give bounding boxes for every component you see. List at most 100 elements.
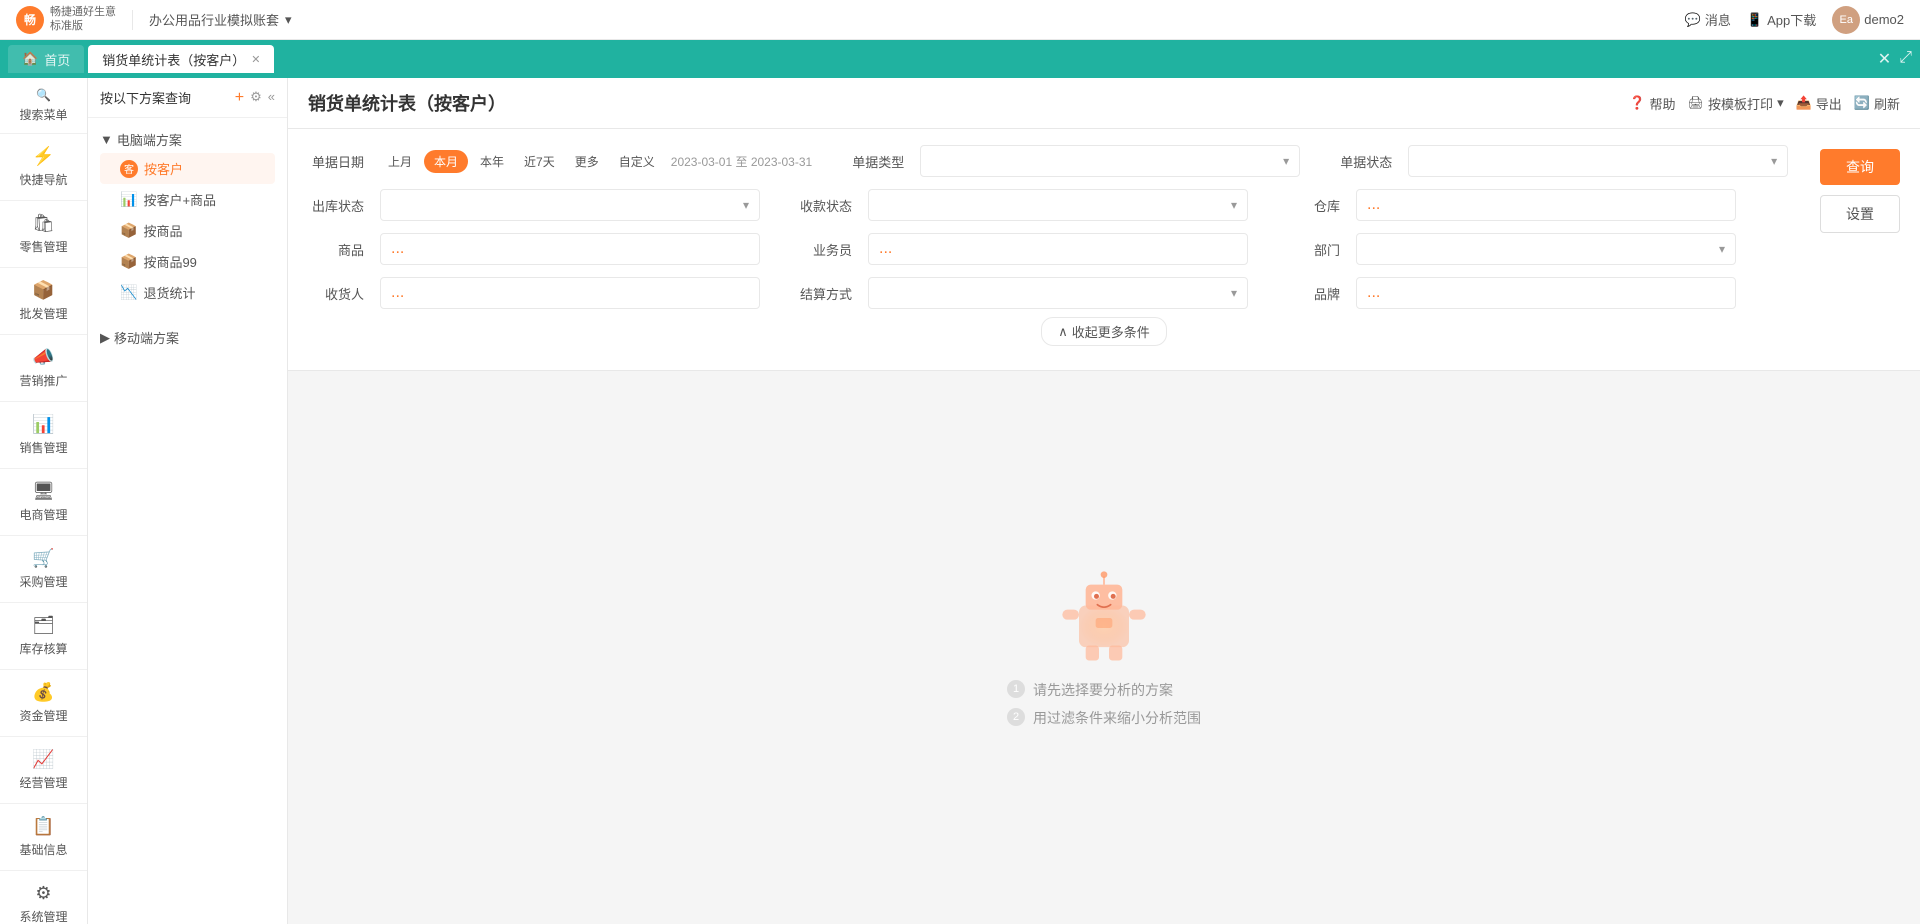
maximize-icon[interactable]: ⤢ — [1899, 49, 1912, 69]
sidebar-item-quicknav[interactable]: ⚡ 快捷导航 — [0, 134, 87, 201]
consignee-select[interactable]: ... — [380, 277, 760, 309]
salesperson-select[interactable]: ... — [868, 233, 1248, 265]
industry-selector[interactable]: 办公用品行业模拟账套 ▾ — [149, 10, 292, 29]
scheme-item-by-customer[interactable]: 客 按客户 — [100, 153, 275, 184]
help-btn[interactable]: ❓ 帮助 — [1629, 94, 1675, 113]
tab-home[interactable]: 🏠 首页 — [8, 45, 84, 73]
sidebar-item-basic[interactable]: 📋 基础信息 — [0, 804, 87, 871]
purchase-icon: 🛒 — [32, 548, 54, 569]
help-icon: ❓ — [1629, 95, 1645, 111]
sidebar-item-sales[interactable]: 📊 销售管理 — [0, 402, 87, 469]
query-button[interactable]: 查询 — [1820, 149, 1900, 185]
sidebar-item-marketing[interactable]: 📣 营销推广 — [0, 335, 87, 402]
avatar: Ea — [1832, 6, 1860, 34]
filter-row-1: 单据日期 上月 本月 本年 近7天 更多 自定义 2023-03-01 至 20… — [308, 145, 1804, 177]
scheme-group-mobile: ▶ 移动端方案 — [88, 316, 287, 359]
sidebar-item-operation[interactable]: 📈 经营管理 — [0, 737, 87, 804]
content-area: 销货单统计表（按客户） ❓ 帮助 🖨 按模板打印 ▾ 📤 导出 🔄 刷新 — [288, 78, 1920, 924]
sidebar: 🔍 搜索菜单 ⚡ 快捷导航 🛍 零售管理 📦 批发管理 📣 营销推广 📊 销售管… — [0, 78, 88, 924]
home-icon: 🏠 — [22, 51, 38, 67]
filter-area: 单据日期 上月 本月 本年 近7天 更多 自定义 2023-03-01 至 20… — [288, 129, 1920, 371]
scheme-icon-3: 📦 — [120, 253, 137, 270]
doc-status-select[interactable]: ▾ — [1408, 145, 1788, 177]
message-btn[interactable]: 💬 消息 — [1685, 10, 1731, 29]
date-btn-this-month[interactable]: 本月 — [424, 150, 468, 173]
close-window-icon[interactable]: ✕ — [1878, 49, 1891, 69]
sidebar-item-retail[interactable]: 🛍 零售管理 — [0, 201, 87, 268]
top-bar-right: 💬 消息 📱 App下载 Ea demo2 — [1685, 6, 1904, 34]
collapse-panel-btn[interactable]: « — [268, 89, 275, 107]
empty-illustration — [1054, 568, 1154, 668]
scheme-item-by-goods[interactable]: 📦 按商品 — [100, 215, 275, 246]
brand-select[interactable]: ... — [1356, 277, 1736, 309]
top-bar: 畅 畅捷通好生意 标准版 办公用品行业模拟账套 ▾ 💬 消息 📱 App下载 E… — [0, 0, 1920, 40]
export-btn[interactable]: 📤 导出 — [1796, 94, 1842, 113]
empty-tip-2: 2 用过滤条件来缩小分析范围 — [1007, 708, 1201, 728]
settings-button[interactable]: 设置 — [1820, 195, 1900, 233]
filter-row-4: 收货人 ... 结算方式 ▾ 品牌 ... — [308, 277, 1804, 309]
date-btn-custom[interactable]: 自定义 — [611, 150, 663, 173]
close-tab-icon[interactable]: ✕ — [251, 53, 260, 66]
download-icon: 📱 — [1747, 12, 1763, 28]
system-icon: ⚙ — [35, 883, 51, 904]
tab-sales-stat[interactable]: 销货单统计表（按客户） ✕ — [88, 45, 274, 73]
receipt-status-select[interactable]: ▾ — [868, 189, 1248, 221]
operation-icon: 📈 — [32, 749, 54, 770]
header-actions: ❓ 帮助 🖨 按模板打印 ▾ 📤 导出 🔄 刷新 — [1629, 94, 1900, 113]
settlement-select[interactable]: ▾ — [868, 277, 1248, 309]
scheme-group-desktop-title[interactable]: ▼ 电脑端方案 — [100, 126, 275, 153]
warehouse-select[interactable]: ... — [1356, 189, 1736, 221]
empty-tips: 1 请先选择要分析的方案 2 用过滤条件来缩小分析范围 — [1007, 680, 1201, 728]
date-btn-last-7[interactable]: 近7天 — [516, 150, 563, 173]
date-filter-bar: 上月 本月 本年 近7天 更多 自定义 2023-03-01 至 2023-03… — [380, 150, 812, 173]
user-menu[interactable]: Ea demo2 — [1832, 6, 1904, 34]
content-header: 销货单统计表（按客户） ❓ 帮助 🖨 按模板打印 ▾ 📤 导出 🔄 刷新 — [288, 78, 1920, 129]
sidebar-item-system[interactable]: ⚙ 系统管理 — [0, 871, 87, 924]
divider — [132, 10, 133, 30]
goods-select[interactable]: ... — [380, 233, 760, 265]
date-btn-this-year[interactable]: 本年 — [472, 150, 512, 173]
expand-mobile-icon: ▶ — [100, 330, 110, 346]
retail-icon: 🛍 — [32, 213, 55, 234]
sidebar-item-purchase[interactable]: 🛒 采购管理 — [0, 536, 87, 603]
scheme-icon-4: 📉 — [120, 284, 137, 301]
doc-type-select[interactable]: ▾ — [920, 145, 1300, 177]
scheme-badge: 客 — [120, 160, 138, 178]
tab-bar: 🏠 首页 销货单统计表（按客户） ✕ ✕ ⤢ — [0, 40, 1920, 78]
date-btn-more[interactable]: 更多 — [567, 150, 607, 173]
finance-icon: 💰 — [32, 682, 54, 703]
department-select[interactable]: ▾ — [1356, 233, 1736, 265]
refresh-btn[interactable]: 🔄 刷新 — [1854, 94, 1900, 113]
scheme-group-mobile-title[interactable]: ▶ 移动端方案 — [100, 324, 275, 351]
sidebar-search[interactable]: 🔍 搜索菜单 — [0, 78, 87, 134]
search-icon: 🔍 — [36, 88, 51, 102]
empty-tip-1: 1 请先选择要分析的方案 — [1007, 680, 1201, 700]
print-btn[interactable]: 🖨 按模板打印 ▾ — [1688, 94, 1784, 113]
scheme-item-by-goods-99[interactable]: 📦 按商品99 — [100, 246, 275, 277]
collapse-up-icon: ∧ — [1058, 324, 1068, 340]
print-dropdown-icon: ▾ — [1777, 95, 1784, 111]
sidebar-item-ecom[interactable]: 🖥 电商管理 — [0, 469, 87, 536]
scheme-icon-1: 📊 — [120, 191, 137, 208]
sidebar-item-inventory[interactable]: 🗂 库存核算 — [0, 603, 87, 670]
sidebar-item-finance[interactable]: 💰 资金管理 — [0, 670, 87, 737]
date-btn-last-month[interactable]: 上月 — [380, 150, 420, 173]
sidebar-item-wholesale[interactable]: 📦 批发管理 — [0, 268, 87, 335]
date-range-display: 2023-03-01 至 2023-03-31 — [671, 153, 812, 170]
message-icon: 💬 — [1685, 12, 1701, 28]
app-download-btn[interactable]: 📱 App下载 — [1747, 10, 1816, 29]
filter-main: 单据日期 上月 本月 本年 近7天 更多 自定义 2023-03-01 至 20… — [308, 145, 1804, 309]
print-icon: 🖨 — [1688, 95, 1705, 111]
dropdown-icon: ▾ — [285, 12, 292, 28]
scheme-item-by-customer-goods[interactable]: 📊 按客户+商品 — [100, 184, 275, 215]
add-scheme-btn[interactable]: + — [235, 89, 244, 107]
collapse-conditions-btn[interactable]: ∧ 收起更多条件 — [1041, 317, 1167, 346]
out-status-chevron: ▾ — [743, 198, 749, 212]
out-status-select[interactable]: ▾ — [380, 189, 760, 221]
scheme-item-return-stat[interactable]: 📉 退货统计 — [100, 277, 275, 308]
settings-scheme-btn[interactable]: ⚙ — [250, 89, 262, 107]
tab-maximize-area: ✕ ⤢ — [1878, 49, 1912, 69]
top-bar-left: 畅 畅捷通好生意 标准版 办公用品行业模拟账套 ▾ — [16, 6, 292, 34]
ecom-icon: 🖥 — [32, 481, 55, 502]
wholesale-icon: 📦 — [32, 280, 54, 301]
